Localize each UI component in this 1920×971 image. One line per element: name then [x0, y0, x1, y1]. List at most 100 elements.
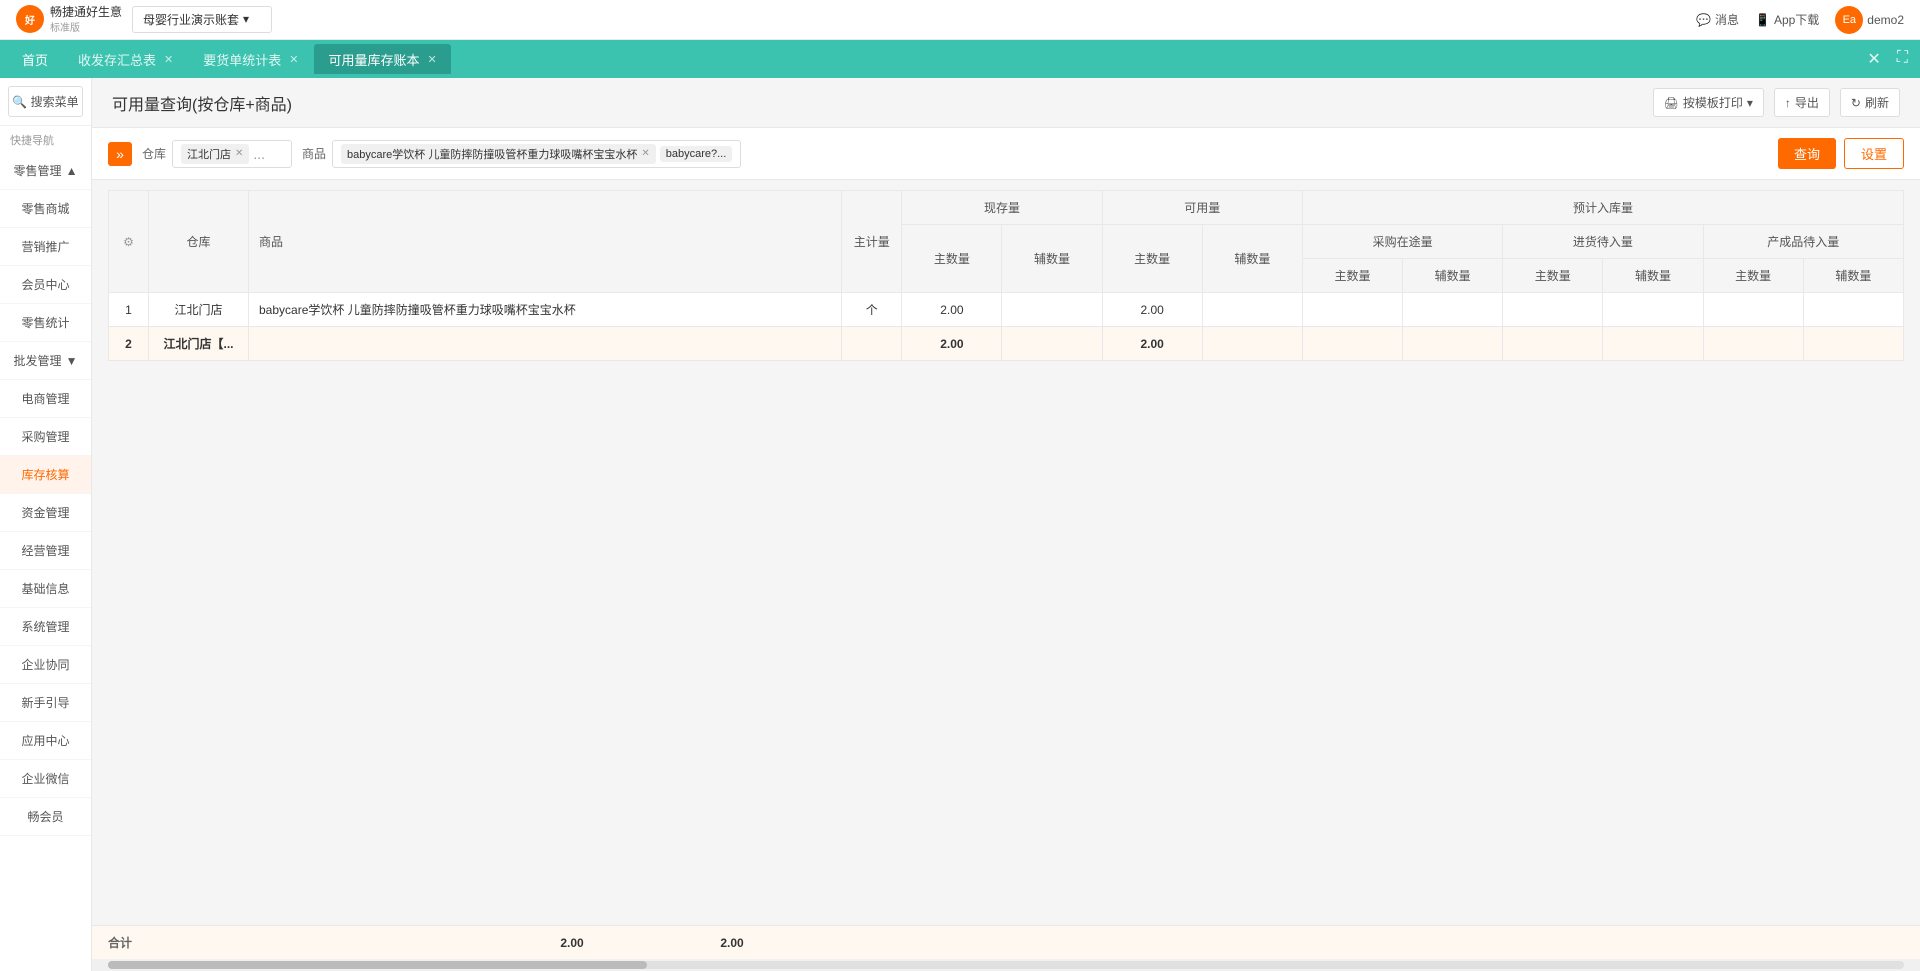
warehouse-tag-close[interactable]: ✕: [235, 148, 243, 159]
export-btn[interactable]: ↑ 导出: [1774, 88, 1830, 117]
sidebar-item-app-center[interactable]: 应用中心: [0, 722, 91, 760]
filter-more-icon[interactable]: ...: [253, 146, 265, 162]
row-2-stock-aux: [1002, 327, 1102, 361]
message-btn[interactable]: 💬 消息: [1696, 11, 1739, 28]
page-title: 可用量查询(按仓库+商品): [112, 91, 292, 115]
col-product-pending-header: 产成品待入量: [1703, 225, 1903, 259]
search-icon: 🔍: [12, 95, 30, 109]
col-warehouse-header: 仓库: [149, 191, 249, 293]
row-2-avail-aux: [1202, 327, 1302, 361]
tab-receive-send-close[interactable]: ✕: [164, 53, 173, 66]
row-2-product-aux: [1803, 327, 1903, 361]
tab-order-stats-close[interactable]: ✕: [289, 53, 298, 66]
product-filter-label: 商品: [302, 145, 326, 162]
sidebar-item-operations-mgmt-label: 经营管理: [21, 542, 69, 559]
tab-bar: 首页 收发存汇总表 ✕ 要货单统计表 ✕ 可用量库存账本 ✕ ✕ ⛶: [0, 40, 1920, 78]
sidebar-item-basic-info[interactable]: 基础信息: [0, 570, 91, 608]
row-1-unit: 个: [842, 293, 902, 327]
tab-home-label: 首页: [22, 50, 48, 69]
sidebar-item-vip-member[interactable]: 畅会员: [0, 798, 91, 836]
tab-available-stock[interactable]: 可用量库存账本 ✕: [314, 44, 450, 74]
chevron-down-icon-print: ▾: [1747, 96, 1753, 110]
warehouse-filter-label: 仓库: [142, 145, 166, 162]
industry-selector[interactable]: 母婴行业演示账套 ▾: [132, 6, 272, 33]
row-2-inbound-main: [1503, 327, 1603, 361]
row-1-inbound-aux: [1603, 293, 1703, 327]
sidebar-item-retail-mgmt-label: 零售管理: [14, 162, 62, 179]
col-purchase-transit-header: 采购在途量: [1302, 225, 1502, 259]
refresh-btn[interactable]: ↻ 刷新: [1840, 88, 1900, 117]
sidebar-item-inventory[interactable]: 库存核算: [0, 456, 91, 494]
footer-stock-main: 2.00: [532, 936, 612, 950]
sidebar-item-purchase-mgmt-label: 采购管理: [21, 428, 69, 445]
product-tag-1-close[interactable]: ✕: [641, 148, 649, 159]
filter-actions: 查询 设置: [1778, 138, 1904, 169]
sidebar-item-enterprise-wechat[interactable]: 企业微信: [0, 760, 91, 798]
sidebar-item-marketing-label: 营销推广: [21, 238, 69, 255]
horizontal-scrollbar[interactable]: [92, 959, 1920, 971]
logo-area: 好 畅捷通好生意 标准版: [16, 5, 122, 34]
sidebar-search-btn[interactable]: 🔍 搜索菜单: [8, 86, 83, 117]
user-area[interactable]: Ea demo2: [1835, 6, 1904, 34]
chevron-icon: ▲: [66, 164, 78, 178]
sidebar-item-operations-mgmt[interactable]: 经营管理: [0, 532, 91, 570]
sidebar-item-purchase-mgmt[interactable]: 采购管理: [0, 418, 91, 456]
main-layout: 🔍 搜索菜单 快捷导航 零售管理 ▲ 零售商城 营销推广 会员中心 零售统计 批…: [0, 78, 1920, 971]
tab-home[interactable]: 首页: [8, 44, 62, 74]
sidebar-item-app-center-label: 应用中心: [21, 732, 69, 749]
sidebar-item-inventory-label: 库存核算: [21, 466, 69, 483]
row-2-purchase-aux: [1403, 327, 1503, 361]
template-print-btn[interactable]: 🖨 按模板打印 ▾: [1653, 88, 1764, 117]
row-2-avail-main: 2.00: [1102, 327, 1202, 361]
app-download-btn[interactable]: 📱 App下载: [1755, 11, 1819, 28]
sidebar-item-retail-mgmt[interactable]: 零售管理 ▲: [0, 152, 91, 190]
col-inbound-aux-header: 辅数量: [1603, 259, 1703, 293]
sidebar-item-retail-mall[interactable]: 零售商城: [0, 190, 91, 228]
row-1-inbound-main: [1503, 293, 1603, 327]
sidebar-item-ecommerce[interactable]: 电商管理: [0, 380, 91, 418]
filter-expand-btn[interactable]: »: [108, 142, 132, 166]
maximize-btn[interactable]: ⛶: [1893, 47, 1912, 71]
tab-receive-send[interactable]: 收发存汇总表 ✕: [64, 44, 187, 74]
col-planned-inbound-header: 预计入库量: [1302, 191, 1903, 225]
row-1-product-main: [1703, 293, 1803, 327]
sidebar-item-enterprise-coop[interactable]: 企业协同: [0, 646, 91, 684]
query-btn[interactable]: 查询: [1778, 138, 1836, 169]
print-icon: 🖨: [1664, 96, 1679, 110]
col-product-main-header: 主数量: [1703, 259, 1803, 293]
product-filter-input[interactable]: babycare学饮杯 儿童防摔防撞吸管杯重力球吸嘴杯宝宝水杯 ✕ babyca…: [332, 140, 741, 168]
col-avail-aux-header: 辅数量: [1202, 225, 1302, 293]
row-2-stock-main: 2.00: [902, 327, 1002, 361]
content-area: 可用量查询(按仓库+商品) 🖨 按模板打印 ▾ ↑ 导出 ↻ 刷新 »: [92, 78, 1920, 971]
row-1-stock-main: 2.00: [902, 293, 1002, 327]
settings-btn[interactable]: 设置: [1844, 138, 1904, 169]
sidebar-item-enterprise-wechat-label: 企业微信: [21, 770, 69, 787]
scrollbar-thumb[interactable]: [108, 961, 647, 969]
sidebar-item-retail-stats[interactable]: 零售统计: [0, 304, 91, 342]
sidebar-item-member-center[interactable]: 会员中心: [0, 266, 91, 304]
sidebar-item-basic-info-label: 基础信息: [21, 580, 69, 597]
sidebar-item-finance-mgmt[interactable]: 资金管理: [0, 494, 91, 532]
col-settings-header[interactable]: ⚙: [109, 191, 149, 293]
sidebar-item-system-mgmt[interactable]: 系统管理: [0, 608, 91, 646]
col-avail-main-header: 主数量: [1102, 225, 1202, 293]
tab-available-stock-close[interactable]: ✕: [428, 53, 437, 66]
sidebar-item-marketing[interactable]: 营销推广: [0, 228, 91, 266]
sidebar-item-new-guide[interactable]: 新手引导: [0, 684, 91, 722]
sidebar-item-system-mgmt-label: 系统管理: [21, 618, 69, 635]
row-2-purchase-main: [1302, 327, 1402, 361]
warehouse-filter-input[interactable]: 江北门店 ✕ ...: [172, 140, 292, 168]
avatar-text: Ea: [1843, 14, 1856, 26]
tab-order-stats[interactable]: 要货单统计表 ✕: [189, 44, 312, 74]
top-bar: 好 畅捷通好生意 标准版 母婴行业演示账套 ▾ 💬 消息 📱 App下载 Ea …: [0, 0, 1920, 40]
sidebar-item-member-center-label: 会员中心: [21, 276, 69, 293]
table-container: ⚙ 仓库 商品 主计量 现存量: [92, 180, 1920, 925]
sidebar-item-wholesale-mgmt[interactable]: 批发管理 ▼: [0, 342, 91, 380]
gear-icon[interactable]: ⚙: [123, 235, 134, 249]
col-current-stock-header: 现存量: [902, 191, 1102, 225]
tab-order-stats-label: 要货单统计表: [203, 50, 281, 69]
warehouse-tag: 江北门店 ✕: [181, 144, 249, 164]
sidebar-item-retail-mall-label: 零售商城: [21, 200, 69, 217]
quick-nav-label: 快捷导航: [0, 126, 91, 152]
close-all-tabs-btn[interactable]: ✕: [1863, 47, 1884, 71]
